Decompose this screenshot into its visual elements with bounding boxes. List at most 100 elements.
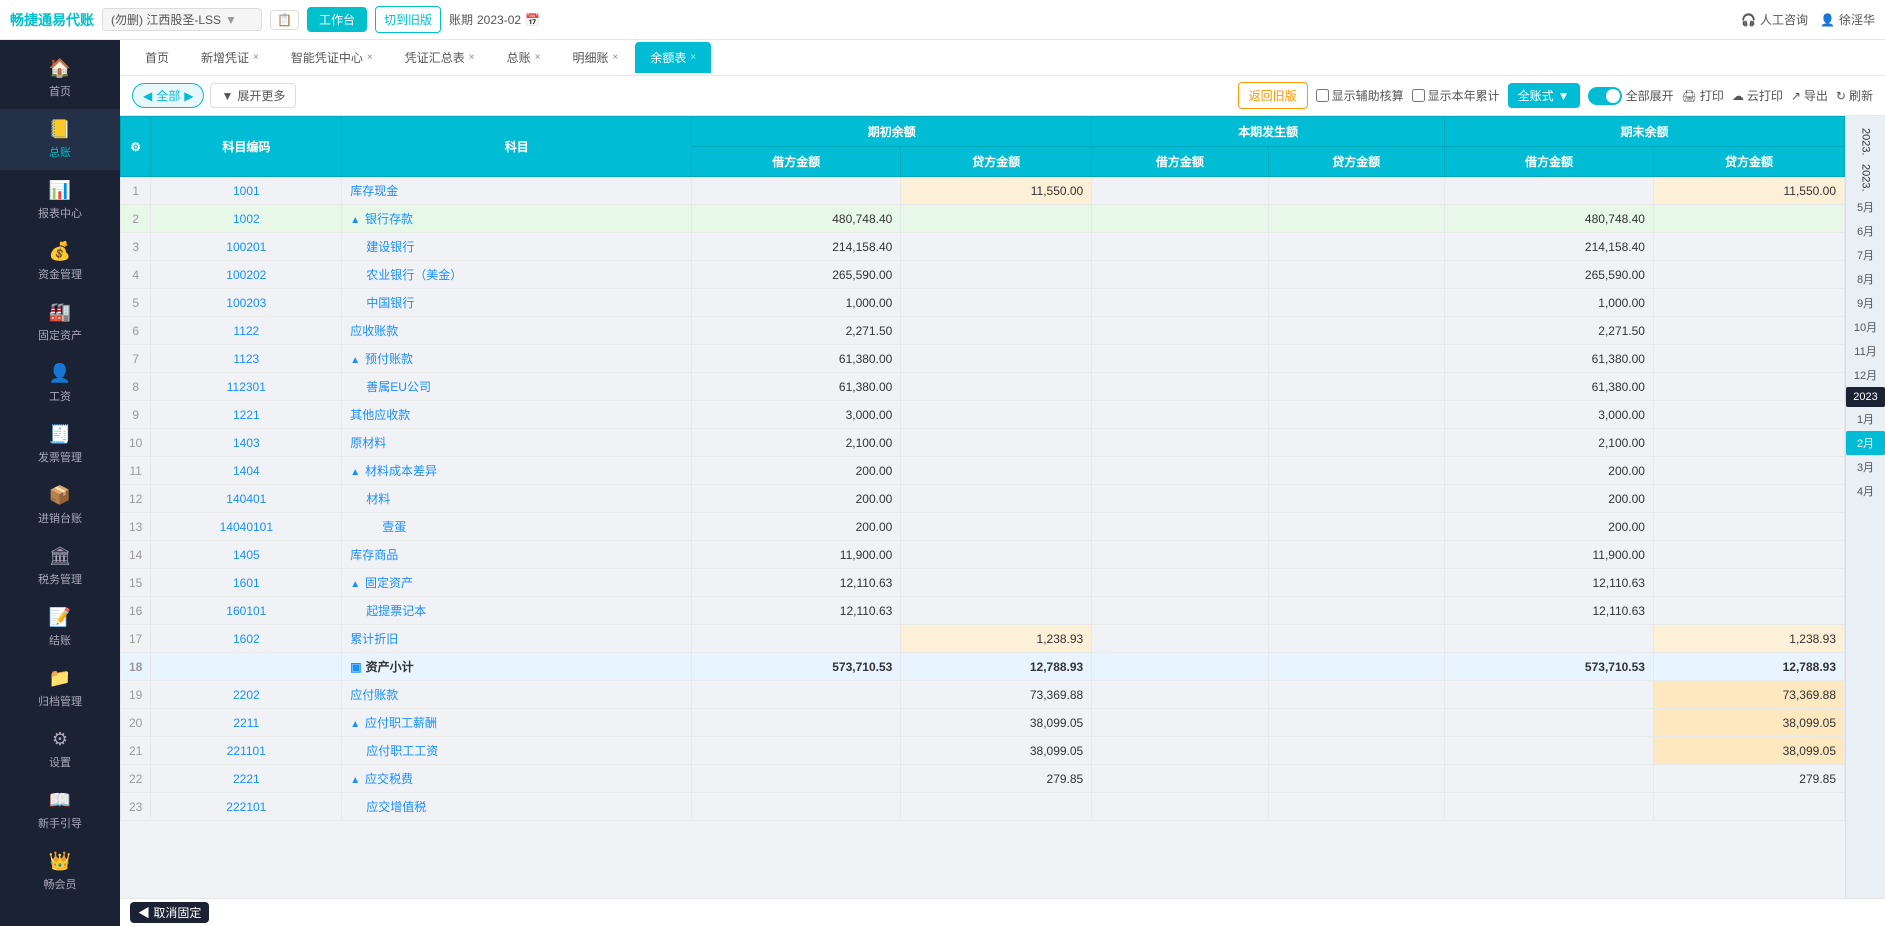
month-11[interactable]: 11月	[1846, 339, 1885, 363]
month-12[interactable]: 12月	[1846, 363, 1885, 387]
month-6[interactable]: 6月	[1846, 219, 1885, 243]
month-9[interactable]: 9月	[1846, 291, 1885, 315]
subsidiary-checkbox-input[interactable]	[1316, 89, 1329, 102]
row-name[interactable]: 建设银行	[342, 233, 692, 261]
sidebar-item-purchase[interactable]: 📦 进销台账	[0, 475, 120, 536]
row-name[interactable]: 其他应收款	[342, 401, 692, 429]
month-1[interactable]: 1月	[1846, 407, 1885, 431]
month-3[interactable]: 3月	[1846, 455, 1885, 479]
month-4[interactable]: 4月	[1846, 479, 1885, 503]
sidebar-item-salary[interactable]: 👤 工资	[0, 353, 120, 414]
month-10[interactable]: 10月	[1846, 315, 1885, 339]
row-name[interactable]: 库存商品	[342, 541, 692, 569]
row-name[interactable]: ▲ 银行存款	[342, 205, 692, 233]
year-2023-b[interactable]: 2023.	[1856, 160, 1876, 196]
tab-smart-voucher-close[interactable]: ×	[367, 52, 373, 63]
print-button[interactable]: 🖨 打印	[1682, 87, 1724, 104]
row-code[interactable]: 2202	[151, 681, 342, 709]
back-old-version-button[interactable]: 返回旧版	[1238, 82, 1308, 109]
row-code[interactable]: 1122	[151, 317, 342, 345]
year-2023-top[interactable]: 2023.	[1856, 124, 1876, 160]
row-name[interactable]: 原材料	[342, 429, 692, 457]
row-name[interactable]: 善属EU公司	[342, 373, 692, 401]
tab-balance-close[interactable]: ×	[690, 52, 696, 63]
copy-icon-btn[interactable]: 📋	[270, 10, 299, 30]
all-filter-button[interactable]: ◀ 全部 ▶	[132, 83, 204, 108]
row-code[interactable]: 14040101	[151, 513, 342, 541]
row-name[interactable]: ▲ 固定资产	[342, 569, 692, 597]
row-name[interactable]: 壹蛋	[342, 513, 692, 541]
refresh-button[interactable]: ↻ 刷新	[1836, 87, 1873, 104]
row-code[interactable]: 1002	[151, 205, 342, 233]
export-button[interactable]: ↗ 导出	[1791, 87, 1828, 104]
row-name[interactable]: 库存现金	[342, 177, 692, 205]
cloud-print-button[interactable]: ☁ 云打印	[1732, 87, 1783, 104]
row-name[interactable]: ▲ 应交税费	[342, 765, 692, 793]
row-name[interactable]: 中国银行	[342, 289, 692, 317]
tab-ledger[interactable]: 总账 ×	[492, 42, 556, 73]
tab-smart-voucher[interactable]: 智能凭证中心 ×	[276, 42, 388, 73]
sidebar-item-fixed[interactable]: 🏭 固定资产	[0, 292, 120, 353]
row-name[interactable]: 起提票记本	[342, 597, 692, 625]
row-code[interactable]: 1404	[151, 457, 342, 485]
tab-new-voucher[interactable]: 新增凭证 ×	[186, 42, 274, 73]
row-code[interactable]: 2221	[151, 765, 342, 793]
row-code[interactable]: 1601	[151, 569, 342, 597]
user-profile[interactable]: 👤 徐淫华	[1820, 11, 1875, 28]
tab-home[interactable]: 首页	[130, 42, 184, 73]
expand-all-toggle[interactable]: 全部展开	[1588, 87, 1674, 105]
month-7[interactable]: 7月	[1846, 243, 1885, 267]
sidebar-item-capital[interactable]: 💰 资金管理	[0, 231, 120, 292]
month-5[interactable]: 5月	[1846, 195, 1885, 219]
switch-version-button[interactable]: 切到旧版	[375, 6, 441, 33]
workbench-button[interactable]: 工作台	[307, 7, 367, 32]
month-2-current[interactable]: 2月	[1846, 431, 1885, 455]
row-code[interactable]: 160101	[151, 597, 342, 625]
month-8[interactable]: 8月	[1846, 267, 1885, 291]
sidebar-item-ledger[interactable]: 📒 总账	[0, 109, 120, 170]
sidebar-item-report[interactable]: 📊 报表中心	[0, 170, 120, 231]
row-name[interactable]: 应付职工工资	[342, 737, 692, 765]
settings-col-header[interactable]: ⚙	[121, 117, 151, 177]
row-code[interactable]: 100203	[151, 289, 342, 317]
row-name[interactable]: ▲ 应付职工薪酬	[342, 709, 692, 737]
year-2023-c[interactable]: 2023	[1846, 387, 1885, 407]
row-name[interactable]: ▣资产小计	[342, 653, 692, 681]
row-name[interactable]: 累计折旧	[342, 625, 692, 653]
row-code[interactable]: 2211	[151, 709, 342, 737]
row-name[interactable]: ▲ 材料成本差异	[342, 457, 692, 485]
show-ytd-checkbox[interactable]: 显示本年累计	[1412, 87, 1500, 104]
row-code[interactable]: 1123	[151, 345, 342, 373]
row-code[interactable]: 1001	[151, 177, 342, 205]
row-code[interactable]	[151, 653, 342, 681]
row-name[interactable]: 应交增值税	[342, 793, 692, 821]
row-code[interactable]: 112301	[151, 373, 342, 401]
sidebar-item-invoice[interactable]: 🧾 发票管理	[0, 414, 120, 475]
row-code[interactable]: 100202	[151, 261, 342, 289]
row-name[interactable]: 应收账款	[342, 317, 692, 345]
row-code[interactable]: 221101	[151, 737, 342, 765]
row-code[interactable]: 1405	[151, 541, 342, 569]
company-selector[interactable]: (勿删) 江西股圣-LSS ▼	[102, 8, 262, 31]
expand-more-button[interactable]: ▼ 展开更多	[210, 83, 296, 108]
row-code[interactable]: 100201	[151, 233, 342, 261]
tab-detail[interactable]: 明细账 ×	[557, 42, 633, 73]
tab-ledger-close[interactable]: ×	[535, 52, 541, 63]
tab-detail-close[interactable]: ×	[612, 52, 618, 63]
tab-voucher-summary[interactable]: 凭证汇总表 ×	[390, 42, 490, 73]
row-name[interactable]: 应付账款	[342, 681, 692, 709]
sidebar-item-tax[interactable]: 🏛 税务管理	[0, 536, 120, 597]
full-mode-button[interactable]: 全账式 ▼	[1508, 83, 1580, 108]
row-name[interactable]: ▲ 预付账款	[342, 345, 692, 373]
sidebar-item-settlement[interactable]: 📝 结账	[0, 597, 120, 658]
consult-button[interactable]: 🎧 人工咨询	[1741, 11, 1808, 28]
sidebar-item-settings[interactable]: ⚙ 设置	[0, 719, 120, 780]
row-code[interactable]: 1602	[151, 625, 342, 653]
sidebar-item-home[interactable]: 🏠 首页	[0, 48, 120, 109]
sidebar-item-member[interactable]: 👑 畅会员	[0, 841, 120, 902]
tab-new-voucher-close[interactable]: ×	[253, 52, 259, 63]
ytd-checkbox-input[interactable]	[1412, 89, 1425, 102]
tab-voucher-summary-close[interactable]: ×	[469, 52, 475, 63]
row-code[interactable]: 140401	[151, 485, 342, 513]
tab-balance[interactable]: 余额表 ×	[635, 42, 711, 73]
